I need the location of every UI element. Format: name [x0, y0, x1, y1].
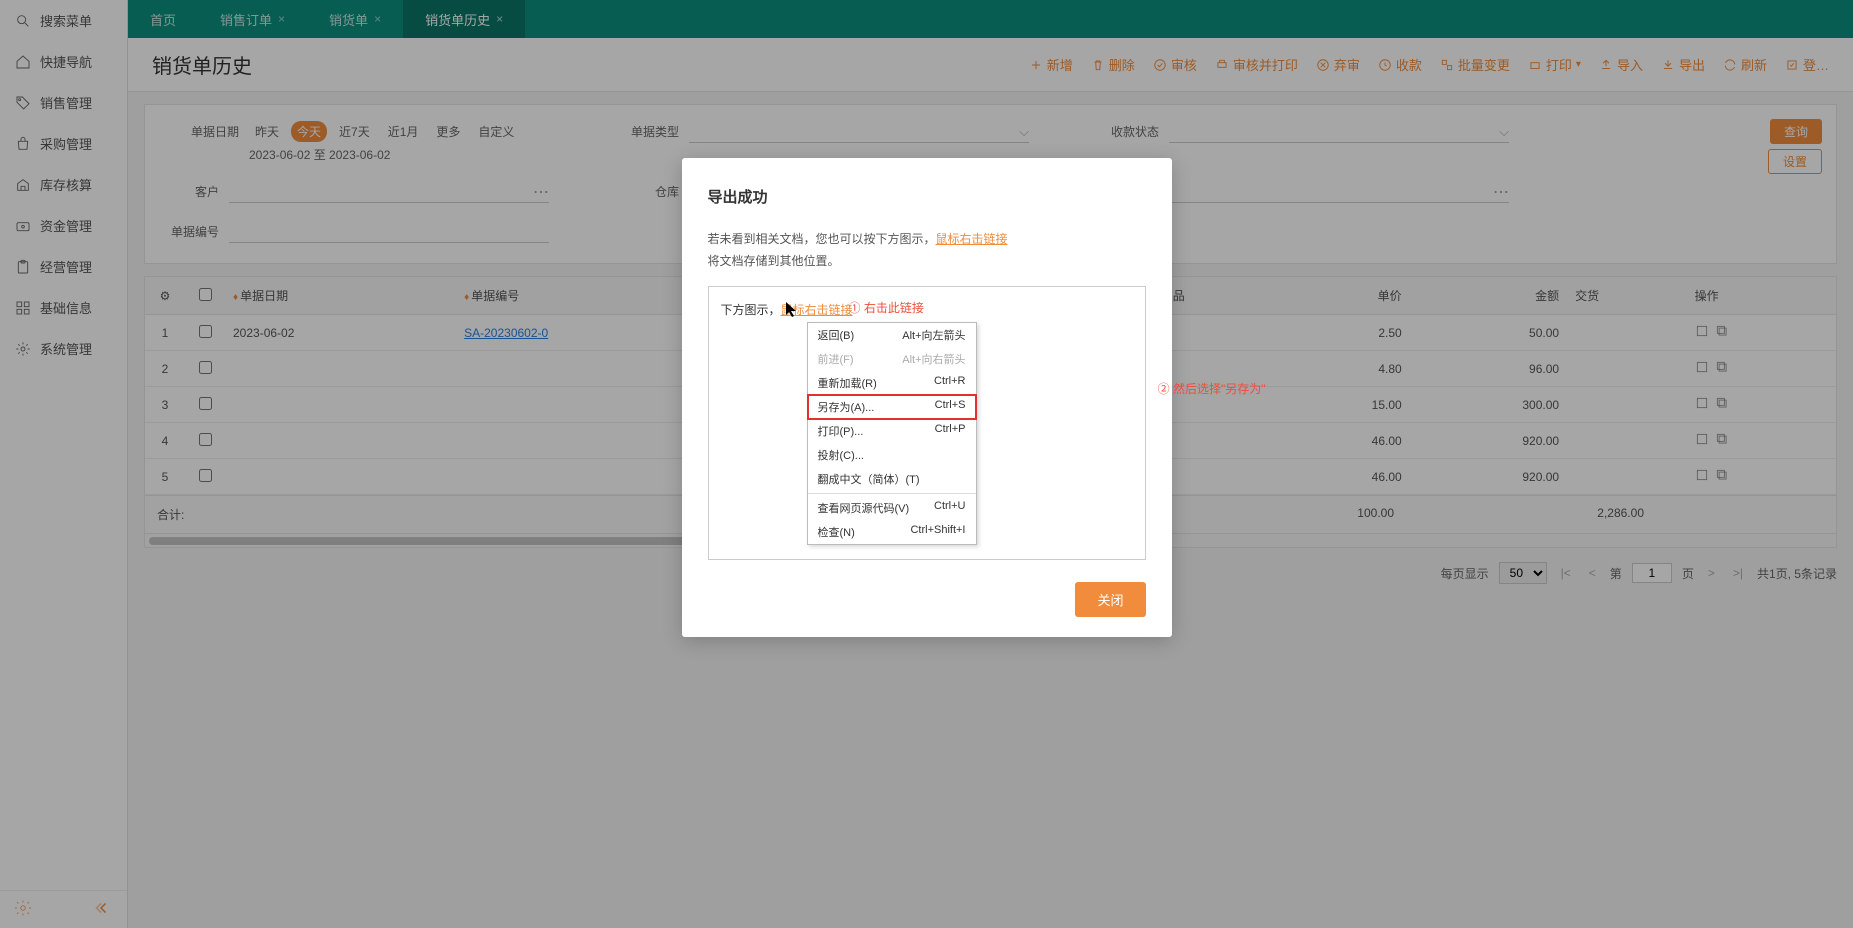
modal-overlay: 导出成功 若未看到相关文档，您也可以按下方图示，鼠标右击链接 将文档存储到其他位…: [0, 0, 1853, 928]
ctx-item: 检查(N)Ctrl+Shift+I: [808, 520, 976, 544]
ctx-item: 返回(B)Alt+向左箭头: [808, 323, 976, 347]
context-menu-illustration: 返回(B)Alt+向左箭头前进(F)Alt+向右箭头重新加载(R)Ctrl+R另…: [807, 322, 977, 545]
ctx-item: 投射(C)...: [808, 443, 976, 467]
cursor-icon: [785, 301, 799, 319]
modal-title: 导出成功: [708, 186, 1146, 207]
ctx-item: 重新加载(R)Ctrl+R: [808, 371, 976, 395]
hint-2: ② 然后选择"另存为": [1158, 380, 1266, 397]
modal-link-1[interactable]: 鼠标右击链接: [936, 232, 1008, 246]
screenshot-illustration: 下方图示，鼠标右击链接 ① 右击此链接 返回(B)Alt+向左箭头前进(F)Al…: [708, 286, 1146, 560]
modal-text-2: 将文档存储到其他位置。: [708, 254, 840, 268]
ctx-item: 查看网页源代码(V)Ctrl+U: [808, 496, 976, 520]
ctx-item: 打印(P)...Ctrl+P: [808, 419, 976, 443]
ctx-item: 前进(F)Alt+向右箭头: [808, 347, 976, 371]
ctx-item: 另存为(A)...Ctrl+S: [807, 394, 977, 420]
hint-1: ① 右击此链接: [849, 299, 924, 316]
ctx-item: 翻成中文（简体）(T): [808, 467, 976, 491]
shot-prefix: 下方图示，: [721, 303, 781, 317]
modal-text-1: 若未看到相关文档，您也可以按下方图示，: [708, 232, 936, 246]
export-success-modal: 导出成功 若未看到相关文档，您也可以按下方图示，鼠标右击链接 将文档存储到其他位…: [682, 158, 1172, 637]
close-button[interactable]: 关闭: [1075, 582, 1145, 617]
